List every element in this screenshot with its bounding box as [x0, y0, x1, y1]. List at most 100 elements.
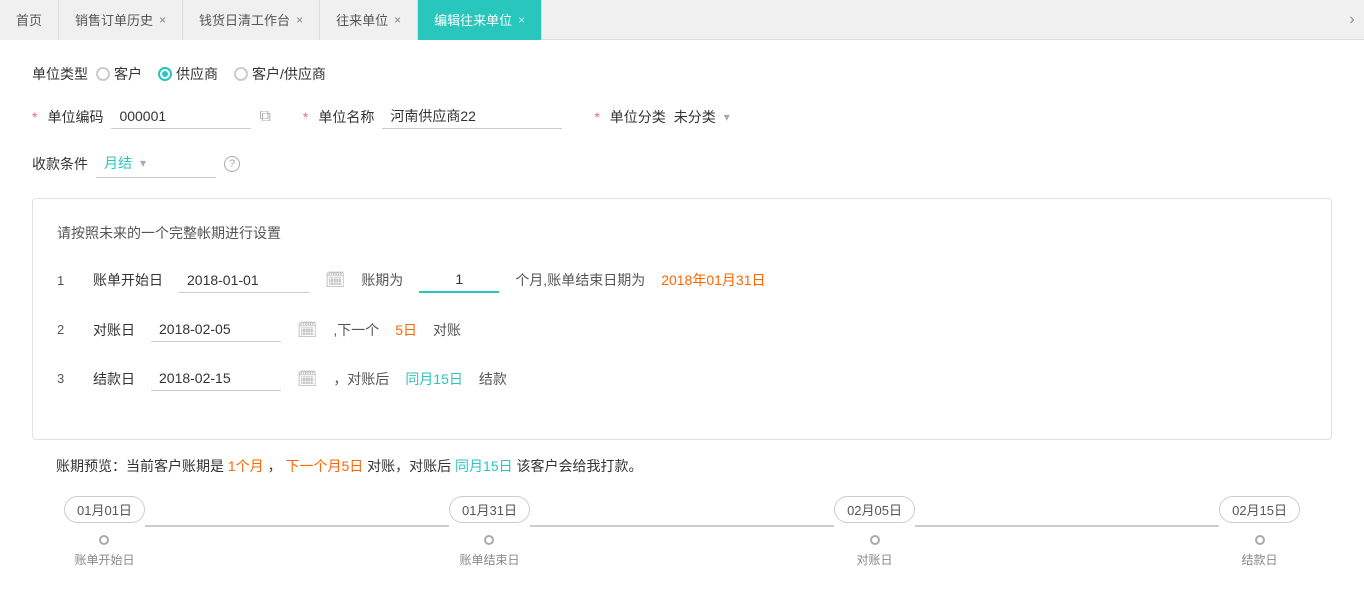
summary-middle2: 对账，对账后: [367, 458, 451, 474]
period-payment-prefix: ，对账后: [333, 369, 389, 389]
calendar-icon-1[interactable]: 🗓: [325, 270, 345, 290]
unit-type-row: 单位类型 客户 供应商 客户/供应商: [32, 64, 1332, 84]
timeline-line-1: [530, 525, 834, 527]
timeline-node-0: 01月01日账单开始日: [64, 496, 145, 568]
required-star-code: *: [32, 109, 37, 125]
period-start-date-input[interactable]: [179, 268, 309, 293]
tab-label-cash-work: 钱货日清工作台: [199, 10, 290, 29]
period-months-input[interactable]: [419, 267, 499, 293]
period-end-date: 2018年01月31日: [661, 270, 765, 290]
required-star-cat: *: [594, 109, 599, 125]
summary-part3: 同月15日: [455, 458, 513, 474]
timeline-node-3: 02月15日结款日: [1219, 496, 1300, 568]
timeline-label-1: 账单结束日: [459, 551, 519, 568]
period-payment-date-input[interactable]: [151, 366, 281, 391]
copy-icon[interactable]: ⧉: [259, 108, 270, 126]
unit-name-input[interactable]: [382, 104, 562, 129]
timeline-dot-2: [870, 535, 880, 545]
timeline-node-2: 02月05日对账日: [834, 496, 915, 568]
summary-part1: 1个月: [228, 458, 264, 474]
tab-label-edit-partner-unit: 编辑往来单位: [434, 10, 512, 29]
period-num-2: 2: [57, 322, 77, 337]
timeline-dot-0: [99, 535, 109, 545]
period-recon-suffix: 对账: [433, 320, 461, 340]
period-num-3: 3: [57, 371, 77, 386]
tab-home[interactable]: 首页: [0, 0, 59, 40]
period-row-3: 3 结款日 🗓 ，对账后 同月15日 结款: [57, 366, 1307, 391]
tab-label-partner-unit: 往来单位: [336, 10, 388, 29]
timeline-dot-1: [484, 535, 494, 545]
unit-category-value: 未分类: [674, 107, 716, 127]
summary-suffix: 该客户会给我打款。: [517, 458, 643, 474]
payment-terms-field: 收款条件 月结 ▾ ?: [32, 149, 240, 178]
chevron-down-icon-terms: ▾: [140, 156, 146, 170]
period-recon-prefix: ,下一个: [333, 320, 379, 340]
tab-label-home: 首页: [16, 10, 42, 29]
unit-category-field: * 单位分类 未分类 ▾: [594, 107, 813, 127]
timeline-badge-1: 01月31日: [449, 496, 530, 523]
unit-type-label: 单位类型: [32, 64, 88, 84]
payment-terms-label: 收款条件: [32, 154, 88, 174]
chevron-down-icon: ▾: [724, 110, 730, 124]
unit-type-radio-group: 客户 供应商 客户/供应商: [96, 64, 326, 84]
period-recon-highlight: 5日: [395, 320, 417, 340]
period-payment-label: 结款日: [93, 369, 135, 389]
radio-supplier[interactable]: 供应商: [158, 64, 218, 84]
tab-label-sales-order-history: 销售订单历史: [75, 10, 153, 29]
unit-code-input[interactable]: [111, 104, 251, 129]
summary-text: 账期预览：当前客户账期是 1个月 ， 下一个月5日 对账，对账后 同月15日 该…: [32, 456, 1332, 476]
payment-terms-select[interactable]: 月结 ▾: [96, 149, 216, 178]
summary-part2: 下一个月5日: [285, 458, 363, 474]
timeline-node-1: 01月31日账单结束日: [449, 496, 530, 568]
unit-category-label: 单位分类: [610, 107, 666, 127]
unit-name-field: * 单位名称: [303, 104, 562, 129]
unit-category-select[interactable]: 未分类 ▾: [674, 107, 814, 127]
tab-partner-unit[interactable]: 往来单位 ×: [320, 0, 418, 40]
radio-label-customer: 客户: [114, 64, 142, 84]
unit-name-label: 单位名称: [318, 107, 374, 127]
timeline-line-2: [915, 525, 1219, 527]
period-card-title: 请按照未来的一个完整帐期进行设置: [57, 223, 1307, 243]
timeline-dot-3: [1255, 535, 1265, 545]
payment-terms-row: 收款条件 月结 ▾ ?: [32, 149, 1332, 178]
unit-code-field: * 单位编码 ⧉: [32, 104, 271, 129]
timeline-label-0: 账单开始日: [74, 551, 134, 568]
period-num-1: 1: [57, 273, 77, 288]
tab-close-partner-unit[interactable]: ×: [394, 13, 401, 27]
main-content: 单位类型 客户 供应商 客户/供应商 * 单位编码 ⧉ * 单位名称 * 单位分类 …: [0, 40, 1364, 616]
radio-circle-both: [234, 67, 248, 81]
timeline-badge-3: 02月15日: [1219, 496, 1300, 523]
unit-type-field: 单位类型 客户 供应商 客户/供应商: [32, 64, 326, 84]
radio-label-supplier: 供应商: [176, 64, 218, 84]
unit-info-row: * 单位编码 ⧉ * 单位名称 * 单位分类 未分类 ▾: [32, 104, 1332, 129]
radio-both[interactable]: 客户/供应商: [234, 64, 326, 84]
radio-customer[interactable]: 客户: [96, 64, 142, 84]
tab-arrow[interactable]: ›: [1340, 11, 1364, 29]
period-recon-date-input[interactable]: [151, 317, 281, 342]
period-payment-highlight: 同月15日: [405, 369, 463, 389]
tab-close-cash-work[interactable]: ×: [296, 13, 303, 27]
timeline-wrapper: 01月01日账单开始日 01月31日账单结束日 02月05日对账日 02月15日结款日: [32, 496, 1332, 592]
timeline-container: 01月01日账单开始日 01月31日账单结束日 02月05日对账日 02月15日结款日: [56, 496, 1308, 568]
timeline-badge-2: 02月05日: [834, 496, 915, 523]
period-payment-suffix: 结款: [479, 369, 507, 389]
timeline-line-0: [145, 525, 449, 527]
period-row-1: 1 账单开始日 🗓 账期为 个月,账单结束日期为 2018年01月31日: [57, 267, 1307, 293]
period-for-label: 账期为: [361, 270, 403, 290]
tab-close-edit-partner-unit[interactable]: ×: [518, 13, 525, 27]
summary-prefix: 账期预览：当前客户账期是: [56, 458, 224, 474]
timeline-label-3: 结款日: [1242, 551, 1278, 568]
tab-close-sales-order-history[interactable]: ×: [159, 13, 166, 27]
payment-terms-value: 月结: [104, 153, 132, 173]
tab-sales-order-history[interactable]: 销售订单历史 ×: [59, 0, 183, 40]
tab-cash-work[interactable]: 钱货日清工作台 ×: [183, 0, 320, 40]
help-icon[interactable]: ?: [224, 156, 240, 172]
radio-label-both: 客户/供应商: [252, 64, 326, 84]
period-start-label: 账单开始日: [93, 270, 163, 290]
calendar-icon-2[interactable]: 🗓: [297, 320, 317, 340]
unit-code-label: 单位编码: [47, 107, 103, 127]
period-card: 请按照未来的一个完整帐期进行设置 1 账单开始日 🗓 账期为 个月,账单结束日期…: [32, 198, 1332, 440]
period-month-label: 个月,账单结束日期为: [515, 270, 645, 290]
tab-edit-partner-unit[interactable]: 编辑往来单位 ×: [418, 0, 542, 40]
calendar-icon-3[interactable]: 🗓: [297, 369, 317, 389]
